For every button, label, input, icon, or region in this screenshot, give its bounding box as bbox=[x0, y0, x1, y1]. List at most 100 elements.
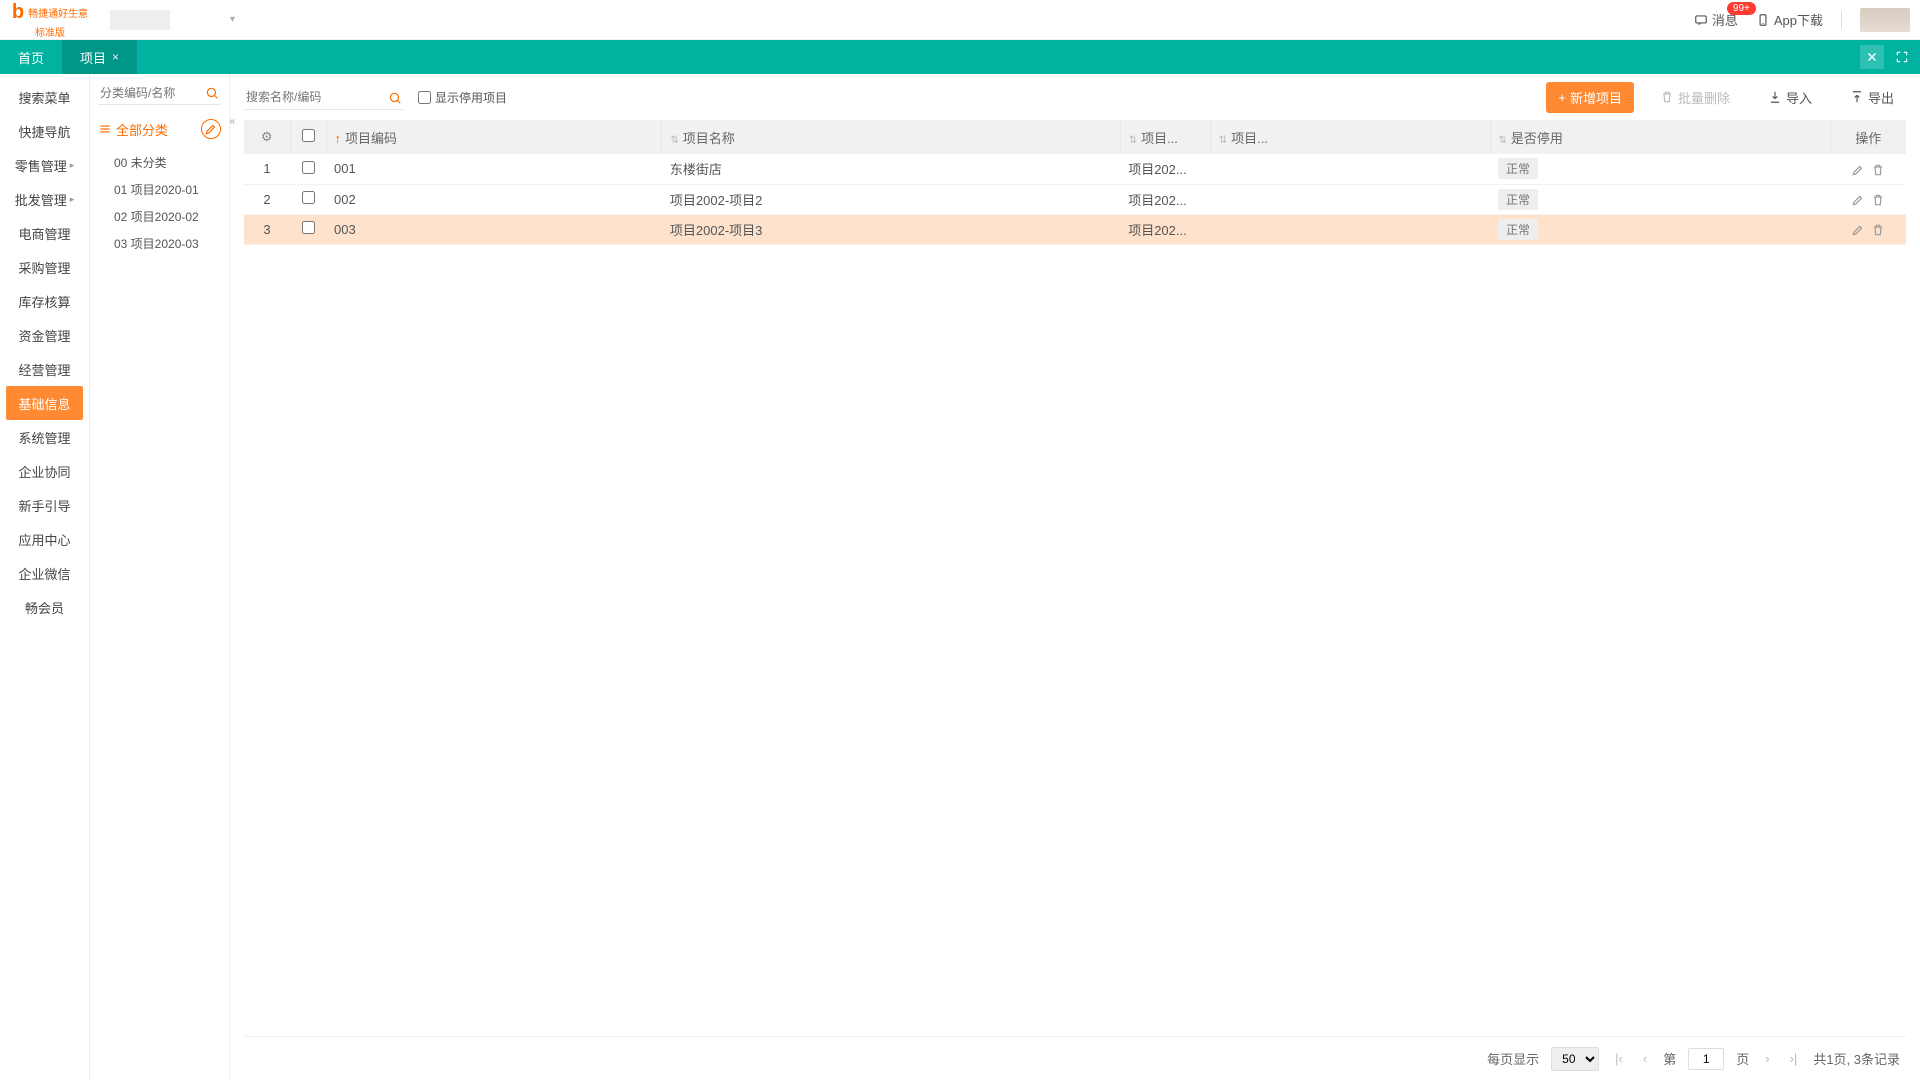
table-row[interactable]: 2002项目2002-项目2项目202...正常 bbox=[244, 184, 1906, 214]
app-download-button[interactable]: App下载 bbox=[1756, 10, 1823, 29]
table-search-input[interactable] bbox=[244, 85, 404, 110]
show-disabled-input[interactable] bbox=[418, 91, 431, 104]
row-checkbox[interactable] bbox=[302, 161, 315, 174]
sidebar-item-7[interactable]: 资金管理 bbox=[0, 318, 89, 352]
page-input[interactable] bbox=[1688, 1048, 1724, 1070]
close-tab-button[interactable] bbox=[1860, 45, 1884, 69]
sidebar-item-6[interactable]: 库存核算 bbox=[0, 284, 89, 318]
page-prev-button[interactable]: ‹ bbox=[1639, 1049, 1651, 1068]
edit-row-button[interactable] bbox=[1851, 162, 1865, 176]
col-disabled[interactable]: 是否停用 bbox=[1490, 120, 1830, 154]
category-search-input[interactable] bbox=[98, 82, 221, 105]
table-row[interactable]: 1001东楼街店项目202...正常 bbox=[244, 154, 1906, 184]
sidebar-item-10[interactable]: 系统管理 bbox=[0, 420, 89, 454]
pagination: 每页显示 50 |‹ ‹ 第 页 › ›| 共1页, 3条记录 bbox=[244, 1036, 1906, 1080]
user-avatar[interactable] bbox=[1860, 8, 1910, 32]
sidebar-item-15[interactable]: 畅会员 bbox=[0, 590, 89, 624]
sidebar-item-label: 经营管理 bbox=[18, 360, 70, 379]
category-item-2[interactable]: 02 项目2020-02 bbox=[110, 203, 229, 230]
messages-button[interactable]: 消息 99+ bbox=[1694, 10, 1738, 29]
add-item-button[interactable]: + 新增项目 bbox=[1546, 82, 1634, 113]
sidebar-item-label: 企业微信 bbox=[18, 564, 70, 583]
cell-c4 bbox=[1210, 184, 1490, 214]
sidebar-item-1[interactable]: 快捷导航 bbox=[0, 114, 89, 148]
column-settings[interactable]: ⚙ bbox=[244, 120, 290, 154]
cell-status: 正常 bbox=[1490, 154, 1830, 184]
sidebar-item-4[interactable]: 电商管理 bbox=[0, 216, 89, 250]
cell-name: 项目2002-项目2 bbox=[662, 184, 1120, 214]
col-4[interactable]: 项目... bbox=[1210, 120, 1490, 154]
sidebar-item-3[interactable]: 批发管理▸ bbox=[0, 182, 89, 216]
col-3[interactable]: 项目... bbox=[1120, 120, 1210, 154]
export-button[interactable]: 导出 bbox=[1838, 82, 1906, 113]
cell-code: 003 bbox=[326, 214, 662, 244]
row-checkbox[interactable] bbox=[302, 191, 315, 204]
main-sidebar: 搜索菜单快捷导航零售管理▸批发管理▸电商管理采购管理库存核算资金管理经营管理基础… bbox=[0, 74, 90, 1080]
sidebar-item-label: 资金管理 bbox=[18, 326, 70, 345]
sidebar-item-label: 企业协同 bbox=[18, 462, 70, 481]
delete-row-button[interactable] bbox=[1871, 192, 1885, 206]
search-icon[interactable] bbox=[388, 90, 402, 106]
search-icon[interactable] bbox=[205, 84, 219, 100]
edit-row-button[interactable] bbox=[1851, 192, 1865, 206]
sidebar-item-label: 基础信息 bbox=[18, 394, 70, 413]
col-code[interactable]: 项目编码 bbox=[326, 120, 662, 154]
brand-logo: b 畅捷通好生意 标准版 bbox=[10, 1, 90, 39]
sidebar-item-label: 系统管理 bbox=[18, 428, 70, 447]
cell-c3: 项目202... bbox=[1120, 154, 1210, 184]
menu-icon bbox=[98, 122, 112, 136]
org-selector[interactable]: ▾ bbox=[110, 10, 235, 30]
category-item-1[interactable]: 01 项目2020-01 bbox=[110, 176, 229, 203]
tab-0[interactable]: 首页 bbox=[0, 40, 62, 74]
select-all-header[interactable] bbox=[290, 120, 326, 154]
cell-code: 001 bbox=[326, 154, 662, 184]
category-all[interactable]: 全部分类 bbox=[90, 113, 229, 145]
delete-row-button[interactable] bbox=[1871, 162, 1885, 176]
trash-icon bbox=[1871, 193, 1885, 207]
sidebar-item-8[interactable]: 经营管理 bbox=[0, 352, 89, 386]
sidebar-item-2[interactable]: 零售管理▸ bbox=[0, 148, 89, 182]
app-download-label: App下载 bbox=[1774, 10, 1823, 29]
page-first-button[interactable]: |‹ bbox=[1611, 1049, 1627, 1068]
status-badge: 正常 bbox=[1498, 219, 1538, 240]
sidebar-item-9[interactable]: 基础信息 bbox=[6, 386, 83, 420]
row-index: 1 bbox=[244, 154, 290, 184]
select-all-checkbox[interactable] bbox=[302, 129, 315, 142]
edit-row-button[interactable] bbox=[1851, 222, 1865, 236]
show-disabled-checkbox[interactable]: 显示停用项目 bbox=[418, 89, 507, 106]
tab-label: 项目 bbox=[80, 48, 106, 67]
table-toolbar: 显示停用项目 + 新增项目 批量删除 导入 bbox=[244, 74, 1906, 120]
cell-name: 项目2002-项目3 bbox=[662, 214, 1120, 244]
category-edit-button[interactable] bbox=[201, 119, 221, 139]
per-page-select[interactable]: 50 bbox=[1551, 1047, 1599, 1071]
sidebar-item-5[interactable]: 采购管理 bbox=[0, 250, 89, 284]
fullscreen-button[interactable] bbox=[1890, 45, 1914, 69]
expand-icon bbox=[1895, 50, 1909, 64]
sidebar-item-12[interactable]: 新手引导 bbox=[0, 488, 89, 522]
delete-row-button[interactable] bbox=[1871, 222, 1885, 236]
page-next-button[interactable]: › bbox=[1761, 1049, 1773, 1068]
category-item-3[interactable]: 03 项目2020-03 bbox=[110, 230, 229, 257]
close-icon[interactable]: × bbox=[112, 50, 119, 64]
collapse-panel-icon[interactable]: « bbox=[229, 116, 235, 127]
edit-icon bbox=[204, 122, 218, 136]
cell-c3: 项目202... bbox=[1120, 214, 1210, 244]
sidebar-item-0[interactable]: 搜索菜单 bbox=[0, 80, 89, 114]
divider bbox=[1841, 11, 1842, 29]
col-name[interactable]: 项目名称 bbox=[662, 120, 1120, 154]
sidebar-item-13[interactable]: 应用中心 bbox=[0, 522, 89, 556]
sidebar-item-label: 零售管理 bbox=[15, 156, 67, 175]
page-last-button[interactable]: ›| bbox=[1786, 1049, 1802, 1068]
category-all-label: 全部分类 bbox=[116, 120, 168, 139]
topbar-actions: 消息 99+ App下载 bbox=[1694, 8, 1910, 32]
batch-delete-button[interactable]: 批量删除 bbox=[1648, 82, 1742, 113]
sidebar-item-11[interactable]: 企业协同 bbox=[0, 454, 89, 488]
table-row[interactable]: 3003项目2002-项目3项目202...正常 bbox=[244, 214, 1906, 244]
import-button[interactable]: 导入 bbox=[1756, 82, 1824, 113]
category-item-0[interactable]: 00 未分类 bbox=[110, 149, 229, 176]
row-checkbox[interactable] bbox=[302, 221, 315, 234]
sidebar-item-14[interactable]: 企业微信 bbox=[0, 556, 89, 590]
edit-icon bbox=[1851, 163, 1865, 177]
tab-1[interactable]: 项目 × bbox=[62, 40, 137, 74]
page-suffix: 页 bbox=[1736, 1049, 1749, 1068]
